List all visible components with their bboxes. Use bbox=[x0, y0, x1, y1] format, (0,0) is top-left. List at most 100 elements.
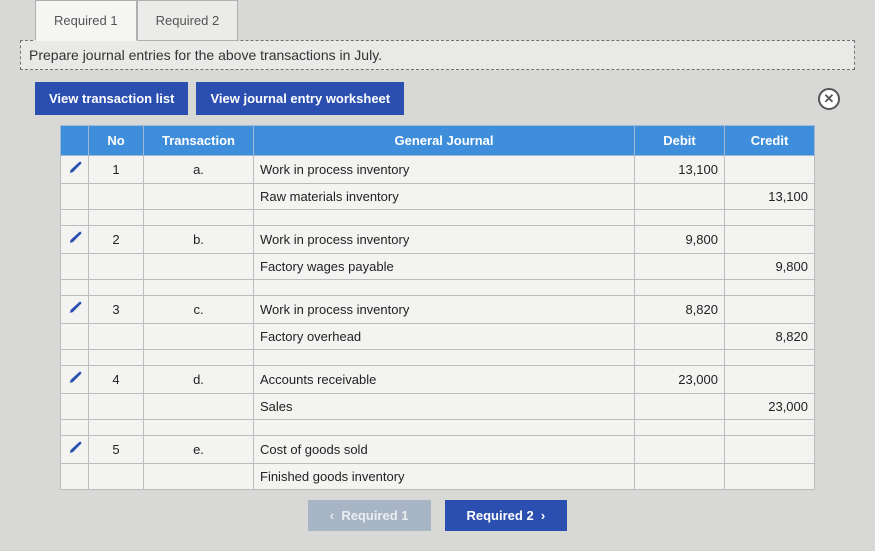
transaction-cell: e. bbox=[144, 436, 254, 464]
debit-cell[interactable] bbox=[635, 350, 725, 366]
credit-cell[interactable]: 9,800 bbox=[725, 254, 815, 280]
edit-cell bbox=[61, 394, 89, 420]
general-journal-cell[interactable] bbox=[254, 210, 635, 226]
general-journal-cell[interactable]: Work in process inventory bbox=[254, 296, 635, 324]
credit-cell[interactable] bbox=[725, 156, 815, 184]
table-row: Factory wages payable 9,800 bbox=[61, 254, 815, 280]
transaction-cell bbox=[144, 420, 254, 436]
tab-required-2[interactable]: Required 2 bbox=[137, 0, 239, 41]
general-journal-cell[interactable]: Work in process inventory bbox=[254, 156, 635, 184]
general-journal-cell[interactable]: Sales bbox=[254, 394, 635, 420]
view-journal-worksheet-button[interactable]: View journal entry worksheet bbox=[196, 82, 404, 115]
no-cell bbox=[89, 420, 144, 436]
general-journal-cell[interactable]: Factory wages payable bbox=[254, 254, 635, 280]
credit-cell[interactable] bbox=[725, 296, 815, 324]
transaction-cell bbox=[144, 394, 254, 420]
general-journal-cell[interactable]: Cost of goods sold bbox=[254, 436, 635, 464]
edit-cell[interactable] bbox=[61, 226, 89, 254]
edit-cell[interactable] bbox=[61, 436, 89, 464]
table-row bbox=[61, 420, 815, 436]
no-cell bbox=[89, 464, 144, 490]
pencil-icon[interactable] bbox=[68, 301, 82, 315]
nav-prev-label: Required 1 bbox=[341, 508, 408, 523]
no-cell: 2 bbox=[89, 226, 144, 254]
general-journal-cell[interactable] bbox=[254, 350, 635, 366]
debit-cell[interactable] bbox=[635, 420, 725, 436]
no-cell bbox=[89, 394, 144, 420]
debit-cell[interactable]: 8,820 bbox=[635, 296, 725, 324]
general-journal-cell[interactable]: Raw materials inventory bbox=[254, 184, 635, 210]
edit-cell[interactable] bbox=[61, 366, 89, 394]
transaction-cell bbox=[144, 280, 254, 296]
credit-cell[interactable] bbox=[725, 366, 815, 394]
no-cell: 5 bbox=[89, 436, 144, 464]
pencil-icon[interactable] bbox=[68, 441, 82, 455]
nav-next-button[interactable]: Required 2 › bbox=[445, 500, 568, 531]
header-debit: Debit bbox=[635, 126, 725, 156]
credit-cell[interactable] bbox=[725, 350, 815, 366]
table-row bbox=[61, 350, 815, 366]
general-journal-cell[interactable] bbox=[254, 420, 635, 436]
pencil-icon[interactable] bbox=[68, 231, 82, 245]
credit-cell[interactable]: 13,100 bbox=[725, 184, 815, 210]
table-row: Factory overhead 8,820 bbox=[61, 324, 815, 350]
transaction-cell bbox=[144, 464, 254, 490]
general-journal-cell[interactable]: Finished goods inventory bbox=[254, 464, 635, 490]
credit-cell[interactable] bbox=[725, 420, 815, 436]
transaction-cell bbox=[144, 254, 254, 280]
debit-cell[interactable] bbox=[635, 280, 725, 296]
general-journal-cell[interactable] bbox=[254, 280, 635, 296]
debit-cell[interactable]: 9,800 bbox=[635, 226, 725, 254]
chevron-right-icon: › bbox=[541, 508, 545, 523]
transaction-cell: c. bbox=[144, 296, 254, 324]
debit-cell[interactable] bbox=[635, 210, 725, 226]
general-journal-cell[interactable]: Factory overhead bbox=[254, 324, 635, 350]
transaction-cell bbox=[144, 324, 254, 350]
credit-cell[interactable] bbox=[725, 280, 815, 296]
edit-cell bbox=[61, 254, 89, 280]
edit-cell bbox=[61, 464, 89, 490]
view-transaction-list-button[interactable]: View transaction list bbox=[35, 82, 188, 115]
credit-cell[interactable] bbox=[725, 210, 815, 226]
debit-cell[interactable]: 23,000 bbox=[635, 366, 725, 394]
table-row: Finished goods inventory bbox=[61, 464, 815, 490]
no-cell bbox=[89, 210, 144, 226]
transaction-cell: a. bbox=[144, 156, 254, 184]
instruction-text: Prepare journal entries for the above tr… bbox=[20, 40, 855, 70]
credit-cell[interactable] bbox=[725, 226, 815, 254]
debit-cell[interactable] bbox=[635, 184, 725, 210]
general-journal-cell[interactable]: Work in process inventory bbox=[254, 226, 635, 254]
table-row: 3c.Work in process inventory8,820 bbox=[61, 296, 815, 324]
transaction-cell: b. bbox=[144, 226, 254, 254]
general-journal-cell[interactable]: Accounts receivable bbox=[254, 366, 635, 394]
nav-next-label: Required 2 bbox=[467, 508, 534, 523]
debit-cell[interactable] bbox=[635, 254, 725, 280]
table-row: Raw materials inventory 13,100 bbox=[61, 184, 815, 210]
edit-cell[interactable] bbox=[61, 296, 89, 324]
table-row: 1a.Work in process inventory13,100 bbox=[61, 156, 815, 184]
debit-cell[interactable] bbox=[635, 436, 725, 464]
credit-cell[interactable] bbox=[725, 436, 815, 464]
nav-prev-button[interactable]: ‹ Required 1 bbox=[308, 500, 431, 531]
edit-cell bbox=[61, 420, 89, 436]
pencil-icon[interactable] bbox=[68, 161, 82, 175]
edit-cell[interactable] bbox=[61, 156, 89, 184]
tab-required-1[interactable]: Required 1 bbox=[35, 0, 137, 41]
transaction-cell bbox=[144, 210, 254, 226]
pencil-icon[interactable] bbox=[68, 371, 82, 385]
credit-cell[interactable]: 8,820 bbox=[725, 324, 815, 350]
debit-cell[interactable] bbox=[635, 464, 725, 490]
table-row bbox=[61, 280, 815, 296]
debit-cell[interactable] bbox=[635, 394, 725, 420]
journal-table: No Transaction General Journal Debit Cre… bbox=[60, 125, 815, 490]
tabs-row: Required 1 Required 2 bbox=[35, 0, 855, 41]
transaction-cell bbox=[144, 350, 254, 366]
debit-cell[interactable] bbox=[635, 324, 725, 350]
header-credit: Credit bbox=[725, 126, 815, 156]
credit-cell[interactable] bbox=[725, 464, 815, 490]
header-transaction: Transaction bbox=[144, 126, 254, 156]
credit-cell[interactable]: 23,000 bbox=[725, 394, 815, 420]
debit-cell[interactable]: 13,100 bbox=[635, 156, 725, 184]
close-button[interactable]: ✕ bbox=[818, 88, 840, 110]
nav-row: ‹ Required 1 Required 2 › bbox=[60, 500, 815, 531]
